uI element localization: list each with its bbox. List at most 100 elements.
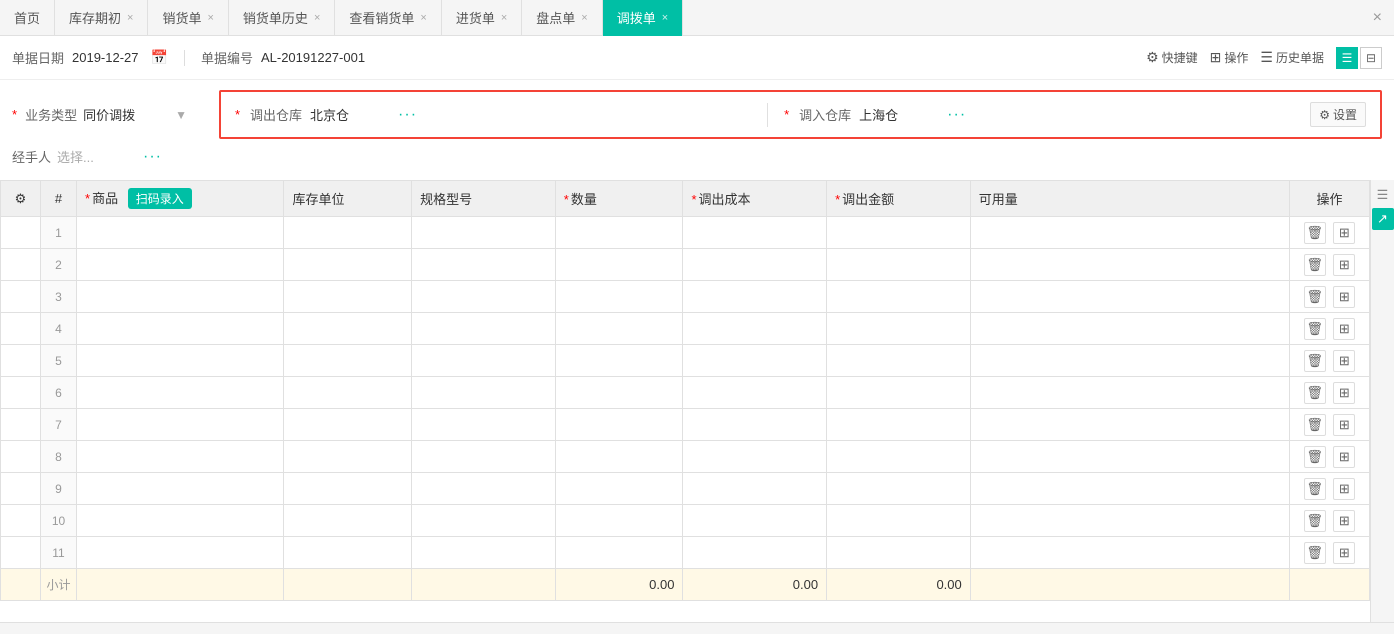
delete-row-btn[interactable]: 🗑 [1304, 478, 1326, 500]
row-unit-cell[interactable] [284, 281, 412, 313]
row-product-cell[interactable] [77, 409, 284, 441]
tab-home[interactable]: 首页 [0, 0, 55, 36]
row-qty-cell[interactable] [555, 505, 683, 537]
row-spec-cell[interactable] [412, 345, 556, 377]
tab-close-purchase[interactable]: × [501, 12, 507, 24]
row-product-cell[interactable] [77, 377, 284, 409]
row-available-cell[interactable] [970, 217, 1289, 249]
row-product-cell[interactable] [77, 505, 284, 537]
handler-value[interactable]: 选择... [57, 147, 137, 166]
delete-row-btn[interactable]: 🗑 [1304, 254, 1326, 276]
row-spec-cell[interactable] [412, 505, 556, 537]
handler-more[interactable]: ··· [143, 148, 162, 166]
tab-close-inventory[interactable]: × [581, 12, 587, 24]
row-product-cell[interactable] [77, 441, 284, 473]
scroll-row[interactable] [0, 622, 1394, 634]
row-cost-cell[interactable] [683, 537, 827, 569]
sidebar-export-icon[interactable]: ↗ [1372, 208, 1394, 230]
row-cost-cell[interactable] [683, 249, 827, 281]
row-available-cell[interactable] [970, 281, 1289, 313]
operation-btn[interactable]: ⊞ 操作 [1210, 49, 1249, 66]
tab-close-view-sales[interactable]: × [420, 12, 426, 24]
row-unit-cell[interactable] [284, 441, 412, 473]
row-product-cell[interactable] [77, 217, 284, 249]
delete-row-btn[interactable]: 🗑 [1304, 318, 1326, 340]
row-amount-cell[interactable] [827, 377, 971, 409]
row-spec-cell[interactable] [412, 313, 556, 345]
close-all-tabs[interactable]: × [1361, 9, 1394, 27]
row-spec-cell[interactable] [412, 249, 556, 281]
row-spec-cell[interactable] [412, 217, 556, 249]
row-amount-cell[interactable] [827, 441, 971, 473]
layout-grid-btn[interactable]: ⊟ [1360, 47, 1382, 69]
row-qty-cell[interactable] [555, 217, 683, 249]
row-available-cell[interactable] [970, 505, 1289, 537]
row-spec-cell[interactable] [412, 537, 556, 569]
row-unit-cell[interactable] [284, 505, 412, 537]
row-qty-cell[interactable] [555, 473, 683, 505]
tab-sales-history[interactable]: 销货单历史 × [229, 0, 335, 36]
out-warehouse-value[interactable]: 北京仓 [310, 105, 390, 124]
calendar-icon[interactable]: 📅 [151, 49, 168, 66]
row-product-cell[interactable] [77, 281, 284, 313]
tab-view-sales[interactable]: 查看销货单 × [335, 0, 441, 36]
layout-list-btn[interactable]: ☰ [1336, 47, 1358, 69]
row-cost-cell[interactable] [683, 217, 827, 249]
sidebar-list-icon[interactable]: ☰ [1372, 184, 1394, 206]
copy-row-btn[interactable]: ⊞ [1333, 414, 1355, 436]
row-spec-cell[interactable] [412, 473, 556, 505]
tab-purchase[interactable]: 进货单 × [442, 0, 522, 36]
row-amount-cell[interactable] [827, 313, 971, 345]
row-available-cell[interactable] [970, 313, 1289, 345]
copy-row-btn[interactable]: ⊞ [1333, 350, 1355, 372]
delete-row-btn[interactable]: 🗑 [1304, 542, 1326, 564]
tab-close-sales[interactable]: × [207, 12, 213, 24]
tab-close-sales-history[interactable]: × [314, 12, 320, 24]
tab-close-stock-init[interactable]: × [127, 12, 133, 24]
row-product-cell[interactable] [77, 537, 284, 569]
copy-row-btn[interactable]: ⊞ [1333, 286, 1355, 308]
row-available-cell[interactable] [970, 249, 1289, 281]
row-qty-cell[interactable] [555, 313, 683, 345]
row-amount-cell[interactable] [827, 473, 971, 505]
row-amount-cell[interactable] [827, 249, 971, 281]
copy-row-btn[interactable]: ⊞ [1333, 446, 1355, 468]
row-available-cell[interactable] [970, 473, 1289, 505]
row-unit-cell[interactable] [284, 313, 412, 345]
delete-row-btn[interactable]: 🗑 [1304, 286, 1326, 308]
row-cost-cell[interactable] [683, 505, 827, 537]
row-qty-cell[interactable] [555, 537, 683, 569]
row-qty-cell[interactable] [555, 249, 683, 281]
row-qty-cell[interactable] [555, 281, 683, 313]
row-amount-cell[interactable] [827, 217, 971, 249]
row-available-cell[interactable] [970, 409, 1289, 441]
in-warehouse-value[interactable]: 上海仓 [859, 105, 939, 124]
row-available-cell[interactable] [970, 441, 1289, 473]
row-amount-cell[interactable] [827, 409, 971, 441]
row-unit-cell[interactable] [284, 249, 412, 281]
row-unit-cell[interactable] [284, 537, 412, 569]
row-unit-cell[interactable] [284, 217, 412, 249]
row-amount-cell[interactable] [827, 537, 971, 569]
row-unit-cell[interactable] [284, 473, 412, 505]
tab-transfer[interactable]: 调拨单 × [603, 0, 683, 36]
row-qty-cell[interactable] [555, 377, 683, 409]
in-warehouse-more[interactable]: ··· [947, 106, 966, 124]
table-wrapper[interactable]: ⚙ # *商品 扫码录入 库存单位 规格型号 *数量 *调出成本 *调出金额 可… [0, 180, 1370, 622]
scan-button[interactable]: 扫码录入 [128, 188, 192, 209]
tab-inventory[interactable]: 盘点单 × [522, 0, 602, 36]
row-cost-cell[interactable] [683, 377, 827, 409]
tab-sales[interactable]: 销货单 × [148, 0, 228, 36]
row-unit-cell[interactable] [284, 345, 412, 377]
biz-type-value[interactable]: 同价调拨 [83, 105, 163, 124]
shortcut-btn[interactable]: ⚙ 快捷键 [1146, 49, 1198, 66]
row-unit-cell[interactable] [284, 377, 412, 409]
copy-row-btn[interactable]: ⊞ [1333, 542, 1355, 564]
delete-row-btn[interactable]: 🗑 [1304, 510, 1326, 532]
row-qty-cell[interactable] [555, 441, 683, 473]
row-spec-cell[interactable] [412, 409, 556, 441]
row-product-cell[interactable] [77, 249, 284, 281]
row-cost-cell[interactable] [683, 345, 827, 377]
delete-row-btn[interactable]: 🗑 [1304, 222, 1326, 244]
biz-type-dropdown-icon[interactable]: ▼ [175, 108, 187, 122]
